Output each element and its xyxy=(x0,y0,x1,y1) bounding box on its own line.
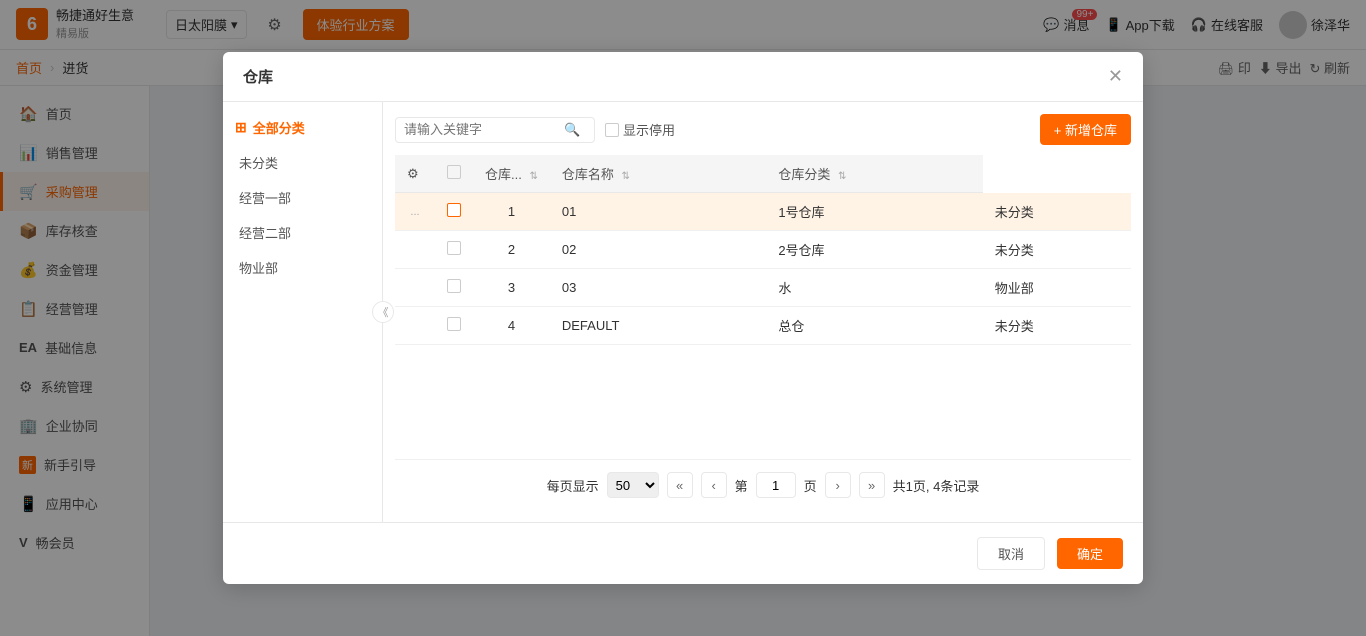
warehouse-modal: 仓库 ✕ ⊞ 全部分类 未分类 经营一部 经营二部 xyxy=(223,52,1143,584)
search-icon[interactable]: 🔍 xyxy=(564,122,580,138)
row-gear-0: ... xyxy=(395,193,435,231)
row-gear-1 xyxy=(395,231,435,269)
row-code-0: 01 xyxy=(550,193,766,231)
row-category-2: 物业部 xyxy=(983,269,1131,307)
row-name-0: 1号仓库 xyxy=(766,193,982,231)
modal-footer: 取消 确定 xyxy=(223,522,1143,584)
category-item-1[interactable]: 经营一部 xyxy=(223,180,382,215)
cat-label-3: 物业部 xyxy=(239,261,278,276)
page-suffix: 页 xyxy=(804,476,817,495)
table-area: 🔍 显示停用 + 新增仓库 ⚙ xyxy=(383,102,1143,522)
th-name-label: 仓库名称 xyxy=(562,167,614,182)
collapse-sidebar-btn[interactable]: 《 xyxy=(372,301,394,323)
cat-label-0: 未分类 xyxy=(239,156,278,171)
th-category: 仓库分类 ⇅ xyxy=(766,155,982,193)
pagination-bar: 每页显示 50 10 20 100 « ‹ 第 页 › » 共1页, 4条记录 xyxy=(395,459,1131,510)
th-code: 仓库... ⇅ xyxy=(473,155,550,193)
warehouse-table: ⚙ 仓库... ⇅ 仓库名称 ⇅ xyxy=(395,155,1131,345)
cat-label-1: 经营一部 xyxy=(239,191,291,206)
table-head: ⚙ 仓库... ⇅ 仓库名称 ⇅ xyxy=(395,155,1131,193)
modal-title: 仓库 xyxy=(243,66,273,87)
row-code-2: 03 xyxy=(550,269,766,307)
page-label: 第 xyxy=(735,476,748,495)
modal-close-icon[interactable]: ✕ xyxy=(1108,66,1123,87)
show-disabled-label: 显示停用 xyxy=(623,120,675,139)
category-sidebar: ⊞ 全部分类 未分类 经营一部 经营二部 物业部 《 xyxy=(223,102,383,522)
total-info: 共1页, 4条记录 xyxy=(893,476,980,495)
row-name-2: 水 xyxy=(766,269,982,307)
row-gear-3 xyxy=(395,307,435,345)
row-check-3[interactable] xyxy=(435,307,473,345)
show-disabled-toggle[interactable]: 显示停用 xyxy=(605,120,675,139)
per-page-label: 每页显示 xyxy=(547,476,599,495)
next-page-btn[interactable]: › xyxy=(825,472,851,498)
all-categories-btn[interactable]: ⊞ 全部分类 xyxy=(223,110,382,145)
row-gear-2 xyxy=(395,269,435,307)
row-check-2[interactable] xyxy=(435,269,473,307)
table-row[interactable]: 3 03 水 物业部 xyxy=(395,269,1131,307)
row-check-0[interactable] xyxy=(435,193,473,231)
select-all-checkbox[interactable] xyxy=(447,165,461,179)
row-category-0: 未分类 xyxy=(983,193,1131,231)
grid-icon: ⊞ xyxy=(235,119,247,136)
cancel-button[interactable]: 取消 xyxy=(977,537,1045,570)
modal-overlay[interactable]: 仓库 ✕ ⊞ 全部分类 未分类 经营一部 经营二部 xyxy=(0,0,1366,636)
confirm-button[interactable]: 确定 xyxy=(1057,538,1123,569)
row-check-1[interactable] xyxy=(435,231,473,269)
first-page-btn[interactable]: « xyxy=(667,472,693,498)
th-check xyxy=(435,155,473,193)
th-code-label: 仓库... xyxy=(485,167,522,182)
row-name-1: 2号仓库 xyxy=(766,231,982,269)
table-row[interactable]: 2 02 2号仓库 未分类 xyxy=(395,231,1131,269)
cat-label-2: 经营二部 xyxy=(239,226,291,241)
last-page-btn[interactable]: » xyxy=(859,472,885,498)
sort-category-icon: ⇅ xyxy=(838,171,846,182)
row-code-3: DEFAULT xyxy=(550,307,766,345)
sort-code-icon: ⇅ xyxy=(529,171,537,182)
per-page-select[interactable]: 50 10 20 100 xyxy=(607,472,659,498)
modal-body: ⊞ 全部分类 未分类 经营一部 经营二部 物业部 《 xyxy=(223,102,1143,522)
sort-name-icon: ⇅ xyxy=(622,171,630,182)
row-category-1: 未分类 xyxy=(983,231,1131,269)
add-warehouse-button[interactable]: + 新增仓库 xyxy=(1040,114,1131,145)
category-item-2[interactable]: 经营二部 xyxy=(223,215,382,250)
search-wrap[interactable]: 🔍 xyxy=(395,117,595,143)
show-disabled-checkbox[interactable] xyxy=(605,123,619,137)
row-category-3: 未分类 xyxy=(983,307,1131,345)
row-name-3: 总仓 xyxy=(766,307,982,345)
th-category-label: 仓库分类 xyxy=(778,167,830,182)
row-code-1: 02 xyxy=(550,231,766,269)
table-body: ... 1 01 1号仓库 未分类 2 02 2号仓库 未分类 3 03 水 xyxy=(395,193,1131,345)
row-no-2: 3 xyxy=(473,269,550,307)
row-no-1: 2 xyxy=(473,231,550,269)
table-row[interactable]: 4 DEFAULT 总仓 未分类 xyxy=(395,307,1131,345)
category-item-0[interactable]: 未分类 xyxy=(223,145,382,180)
all-categories-label: 全部分类 xyxy=(253,118,305,137)
current-page-input[interactable] xyxy=(756,472,796,498)
category-item-3[interactable]: 物业部 xyxy=(223,250,382,285)
th-name: 仓库名称 ⇅ xyxy=(550,155,766,193)
prev-page-btn[interactable]: ‹ xyxy=(701,472,727,498)
modal-header: 仓库 ✕ xyxy=(223,52,1143,102)
search-input[interactable] xyxy=(404,122,564,137)
row-no-3: 4 xyxy=(473,307,550,345)
row-no-0: 1 xyxy=(473,193,550,231)
table-header-row: ⚙ 仓库... ⇅ 仓库名称 ⇅ xyxy=(395,155,1131,193)
table-row[interactable]: ... 1 01 1号仓库 未分类 xyxy=(395,193,1131,231)
table-toolbar: 🔍 显示停用 + 新增仓库 xyxy=(395,114,1131,145)
th-gear: ⚙ xyxy=(395,155,435,193)
